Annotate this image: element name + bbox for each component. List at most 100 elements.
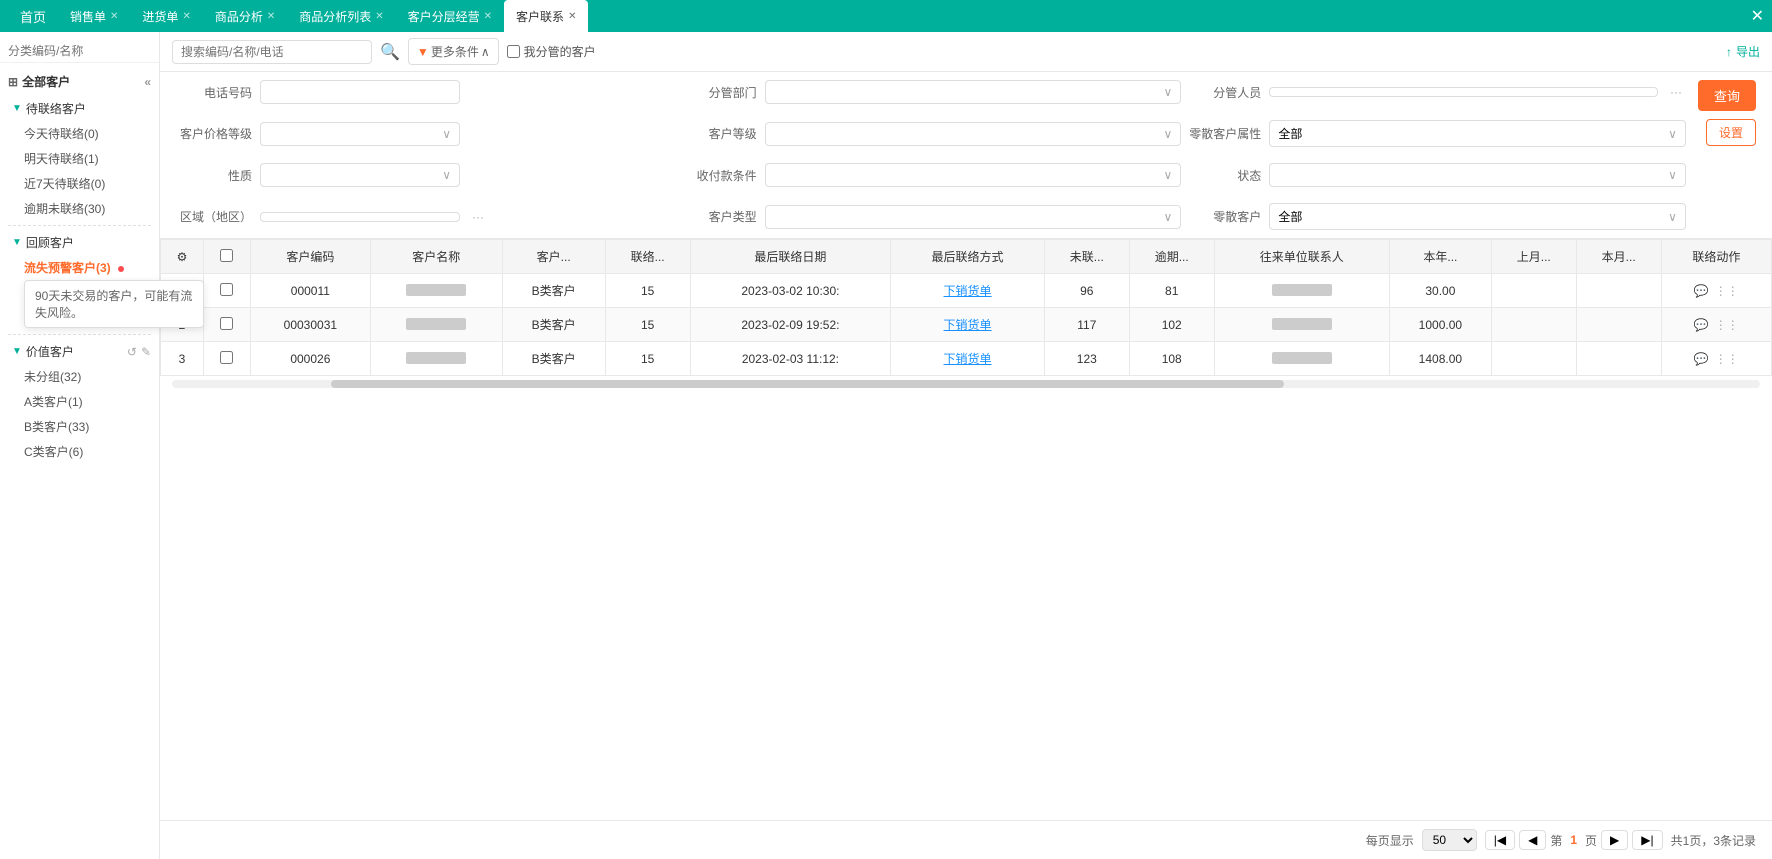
row-last-method[interactable]: 下销货单: [891, 342, 1045, 376]
action-more-icon[interactable]: ⋮⋮: [1715, 318, 1739, 332]
col-last-method[interactable]: 最后联络方式: [891, 240, 1045, 274]
per-page-select[interactable]: 50 100: [1422, 829, 1477, 851]
col-name[interactable]: 客户名称: [370, 240, 502, 274]
customer-type-select[interactable]: ∨: [765, 205, 1182, 229]
action-chat-icon[interactable]: 💬: [1694, 318, 1709, 332]
filter-search-input[interactable]: [172, 40, 372, 64]
table-header-row: ⚙ 客户编码 客户名称 客户... 联络... 最后联络日期 最后联络方式 未联…: [161, 240, 1772, 274]
window-close-icon[interactable]: ✕: [1751, 6, 1764, 26]
query-button[interactable]: 查询: [1698, 80, 1756, 111]
action-chat-icon[interactable]: 💬: [1694, 284, 1709, 298]
sidebar-item-today[interactable]: 今天待联络(0): [0, 121, 159, 146]
row-checkbox-cell[interactable]: [203, 274, 250, 308]
page-prev-button[interactable]: ◀: [1519, 830, 1546, 850]
page-next-button[interactable]: ▶: [1601, 830, 1628, 850]
manager-label: 分管人员: [1181, 84, 1261, 101]
sidebar-item-overdue[interactable]: 逾期未联络(30): [0, 196, 159, 221]
tab-product-analysis[interactable]: 商品分析 ✕: [203, 0, 287, 32]
nav-home[interactable]: 首页: [8, 0, 58, 32]
col-last-month[interactable]: 上月...: [1491, 240, 1576, 274]
edit-icon[interactable]: ✎: [141, 345, 151, 359]
manager-select[interactable]: [1269, 87, 1658, 97]
page-last-button[interactable]: ▶|: [1632, 830, 1662, 850]
retail-attr-select[interactable]: 全部 ∨: [1269, 120, 1686, 147]
price-tier-select[interactable]: ∨: [260, 122, 460, 146]
row-checkbox[interactable]: [220, 351, 233, 364]
sidebar-item-class-c[interactable]: C类客户(6): [0, 439, 159, 464]
row-name: ████: [370, 308, 502, 342]
tab-customer-contact[interactable]: 客户联系 ✕: [504, 0, 588, 32]
filter-more-button[interactable]: ▼ 更多条件 ∧: [408, 38, 499, 65]
tab-sales-close[interactable]: ✕: [110, 11, 118, 22]
row-last-method[interactable]: 下销货单: [891, 274, 1045, 308]
manager-dots-icon[interactable]: ···: [1666, 85, 1686, 99]
tab-purchase[interactable]: 进货单 ✕: [130, 0, 202, 32]
col-last-date[interactable]: 最后联络日期: [690, 240, 891, 274]
tab-product-analysis-close[interactable]: ✕: [267, 11, 275, 22]
sidebar-group-value[interactable]: ▼ 价值客户 ↺ ✎: [0, 339, 159, 364]
col-checkbox[interactable]: [203, 240, 250, 274]
last-method-link[interactable]: 下销货单: [944, 352, 992, 366]
action-more-icon[interactable]: ⋮⋮: [1715, 352, 1739, 366]
sidebar-item-tomorrow[interactable]: 明天待联络(1): [0, 146, 159, 171]
action-chat-icon[interactable]: 💬: [1694, 352, 1709, 366]
col-contacts-person[interactable]: 往来单位联系人: [1214, 240, 1389, 274]
row-action[interactable]: 💬 ⋮⋮: [1661, 342, 1771, 376]
sidebar-item-class-b[interactable]: B类客户(33): [0, 414, 159, 439]
sidebar-search-input[interactable]: [8, 44, 160, 58]
tab-customer-layer-close[interactable]: ✕: [484, 11, 492, 22]
last-method-link[interactable]: 下销货单: [944, 318, 992, 332]
dept-select[interactable]: ∨: [765, 80, 1182, 104]
sidebar-item-churn-warning[interactable]: 流失预警客户(3): [0, 255, 159, 280]
tab-sales[interactable]: 销售单 ✕: [58, 0, 130, 32]
sidebar-item-ungrouped[interactable]: 未分组(32): [0, 364, 159, 389]
col-code[interactable]: 客户编码: [250, 240, 370, 274]
col-type[interactable]: 客户...: [502, 240, 605, 274]
region-dots-icon[interactable]: ···: [468, 210, 488, 224]
sidebar-all-customers[interactable]: ⊞ 全部客户 «: [0, 67, 159, 96]
tab-customer-contact-close[interactable]: ✕: [568, 11, 576, 22]
region-select[interactable]: [260, 212, 460, 222]
refresh-icon[interactable]: ↺: [127, 345, 137, 359]
my-customers-checkbox-label[interactable]: 我分管的客户: [507, 43, 596, 60]
sidebar-collapse-icon[interactable]: «: [144, 75, 151, 89]
retail-select[interactable]: 全部 ∨: [1269, 203, 1686, 230]
tab-product-list-close[interactable]: ✕: [375, 11, 383, 22]
row-action[interactable]: 💬 ⋮⋮: [1661, 274, 1771, 308]
sidebar-item-7days[interactable]: 近7天待联络(0): [0, 171, 159, 196]
col-contact[interactable]: 联络...: [605, 240, 690, 274]
col-this-year[interactable]: 本年...: [1389, 240, 1491, 274]
tab-customer-layer[interactable]: 客户分层经营 ✕: [396, 0, 504, 32]
nature-select[interactable]: ∨: [260, 163, 460, 187]
row-checkbox-cell[interactable]: [203, 342, 250, 376]
my-customers-checkbox[interactable]: [507, 45, 520, 58]
sidebar-group-review[interactable]: ▼ 回顾客户: [0, 230, 159, 255]
col-unlisted[interactable]: 未联...: [1044, 240, 1129, 274]
select-all-checkbox[interactable]: [220, 249, 233, 262]
row-checkbox[interactable]: [220, 283, 233, 296]
row-checkbox-cell[interactable]: [203, 308, 250, 342]
sidebar-group-pending[interactable]: ▼ 待联络客户: [0, 96, 159, 121]
export-button[interactable]: ↑ 导出: [1726, 43, 1760, 60]
row-action[interactable]: 💬 ⋮⋮: [1661, 308, 1771, 342]
retail-chevron-icon: ∨: [1668, 210, 1677, 224]
col-overdue[interactable]: 逾期...: [1129, 240, 1214, 274]
filter-search-button[interactable]: 🔍: [380, 42, 400, 62]
sidebar-item-class-a[interactable]: A类客户(1): [0, 389, 159, 414]
last-method-link[interactable]: 下销货单: [944, 284, 992, 298]
phone-input[interactable]: [260, 80, 460, 104]
tab-product-list[interactable]: 商品分析列表 ✕: [287, 0, 395, 32]
settings-button[interactable]: 设置: [1706, 119, 1756, 146]
nature-label: 性质: [172, 167, 252, 184]
payment-select[interactable]: ∨: [765, 163, 1182, 187]
horizontal-scrollbar[interactable]: [172, 380, 1760, 388]
col-this-month[interactable]: 本月...: [1576, 240, 1661, 274]
action-more-icon[interactable]: ⋮⋮: [1715, 284, 1739, 298]
col-settings[interactable]: ⚙: [161, 240, 204, 274]
page-first-button[interactable]: |◀: [1485, 830, 1515, 850]
customer-tier-select[interactable]: ∨: [765, 122, 1182, 146]
tab-purchase-close[interactable]: ✕: [182, 11, 190, 22]
row-checkbox[interactable]: [220, 317, 233, 330]
row-last-method[interactable]: 下销货单: [891, 308, 1045, 342]
status-select[interactable]: ∨: [1269, 163, 1686, 187]
